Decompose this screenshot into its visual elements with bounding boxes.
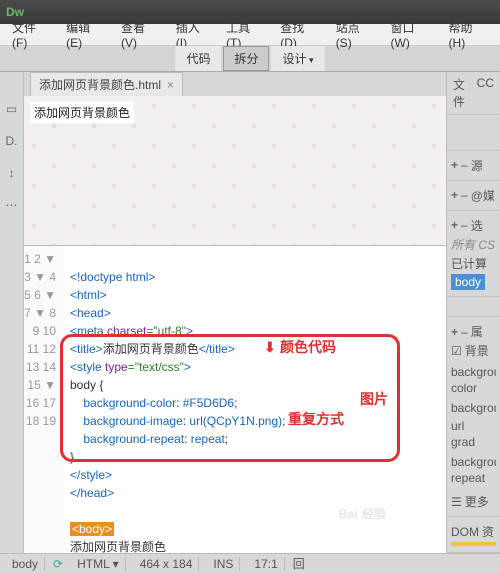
- panel-spacer: [447, 297, 500, 317]
- menu-window[interactable]: 窗口(W): [383, 19, 441, 50]
- panel-sec1: + – 源: [447, 151, 500, 181]
- panel-dom: DOM 资: [447, 517, 500, 553]
- plus-icon[interactable]: +: [451, 188, 458, 202]
- status-dimensions[interactable]: 464 x 184: [134, 557, 200, 571]
- menu-file[interactable]: 文件(F): [4, 19, 58, 50]
- panel-props: + – 属 ☑ 背景 backgroun color backgroun url…: [447, 317, 500, 517]
- annotation-repeat: 重复方式: [288, 410, 344, 428]
- main-area: ▭ D. ↕ ⋯ 添加网页背景颜色.html × 添加网页背景颜色 1 2 ▼ …: [0, 72, 500, 553]
- right-panel: 文件 CC + – 源 + – @媒 + – 选 所有 CS 已计算 body …: [446, 72, 500, 553]
- status-cursor: 17:1: [248, 557, 284, 571]
- status-lang[interactable]: HTML ▾: [71, 557, 126, 571]
- annotation-image: 图片: [360, 390, 388, 408]
- tool-icon[interactable]: D.: [4, 134, 20, 148]
- menu-view[interactable]: 查看(V): [113, 19, 168, 50]
- status-enc[interactable]: 回: [293, 555, 305, 572]
- tab-close-icon[interactable]: ×: [167, 78, 174, 92]
- tool-icon[interactable]: ▭: [4, 102, 20, 116]
- hint-badge: [451, 542, 496, 546]
- selector-body[interactable]: body: [451, 274, 485, 290]
- tab-title: 添加网页背景颜色.html: [39, 76, 161, 93]
- app-logo: Dw: [6, 5, 24, 19]
- plus-icon[interactable]: +: [451, 325, 458, 339]
- tool-icon[interactable]: ⋯: [4, 198, 20, 212]
- line-gutter: 1 2 ▼ 3 ▼ 4 5 6 ▼ 7 ▼ 8 9 10 11 12 13 14…: [24, 246, 64, 553]
- panel-sec2: + – @媒: [447, 181, 500, 211]
- status-sync-icon[interactable]: ⟳: [53, 557, 63, 571]
- document-tabbar: 添加网页背景颜色.html ×: [24, 72, 446, 96]
- editor-area: 添加网页背景颜色.html × 添加网页背景颜色 1 2 ▼ 3 ▼ 4 5 6…: [24, 72, 446, 553]
- status-ins: INS: [207, 557, 240, 571]
- annotation-colorcode: 颜色代码: [280, 338, 336, 356]
- tab-cc[interactable]: CC: [477, 76, 494, 110]
- left-toolbar: ▭ D. ↕ ⋯: [0, 72, 24, 553]
- view-code-button[interactable]: 代码: [175, 46, 221, 71]
- plus-icon[interactable]: +: [451, 158, 458, 172]
- status-bar: body ⟳ HTML ▾ 464 x 184 INS 17:1 回: [0, 553, 500, 573]
- menu-help[interactable]: 帮助(H): [441, 19, 496, 50]
- code-lines[interactable]: <!doctype html> <html> <head> <meta char…: [64, 246, 446, 553]
- minus-icon[interactable]: –: [461, 188, 468, 202]
- right-tabs: 文件 CC: [447, 72, 500, 115]
- minus-icon[interactable]: –: [461, 218, 468, 232]
- minus-icon[interactable]: –: [461, 158, 468, 172]
- status-path[interactable]: body: [6, 557, 45, 571]
- panel-sec3: + – 选 所有 CS 已计算 body: [447, 211, 500, 297]
- tab-files[interactable]: 文件: [453, 76, 471, 110]
- document-tab[interactable]: 添加网页背景颜色.html ×: [30, 72, 183, 96]
- code-editor[interactable]: 1 2 ▼ 3 ▼ 4 5 6 ▼ 7 ▼ 8 9 10 11 12 13 14…: [24, 246, 446, 553]
- annotation-arrow: ⬇: [264, 338, 276, 356]
- live-preview[interactable]: 添加网页背景颜色: [24, 96, 446, 246]
- plus-icon[interactable]: +: [451, 218, 458, 232]
- sources-section: [447, 115, 500, 151]
- minus-icon[interactable]: –: [461, 325, 468, 339]
- view-split-button[interactable]: 拆分: [223, 46, 269, 71]
- menu-edit[interactable]: 编辑(E): [58, 19, 113, 50]
- preview-text: 添加网页背景颜色: [30, 102, 134, 123]
- tool-icon[interactable]: ↕: [4, 166, 20, 180]
- view-design-button[interactable]: 设计: [271, 46, 324, 71]
- menu-bar: 文件(F) 编辑(E) 查看(V) 插入(I) 工具(T) 查找(D) 站点(S…: [0, 24, 500, 46]
- menu-site[interactable]: 站点(S): [328, 19, 383, 50]
